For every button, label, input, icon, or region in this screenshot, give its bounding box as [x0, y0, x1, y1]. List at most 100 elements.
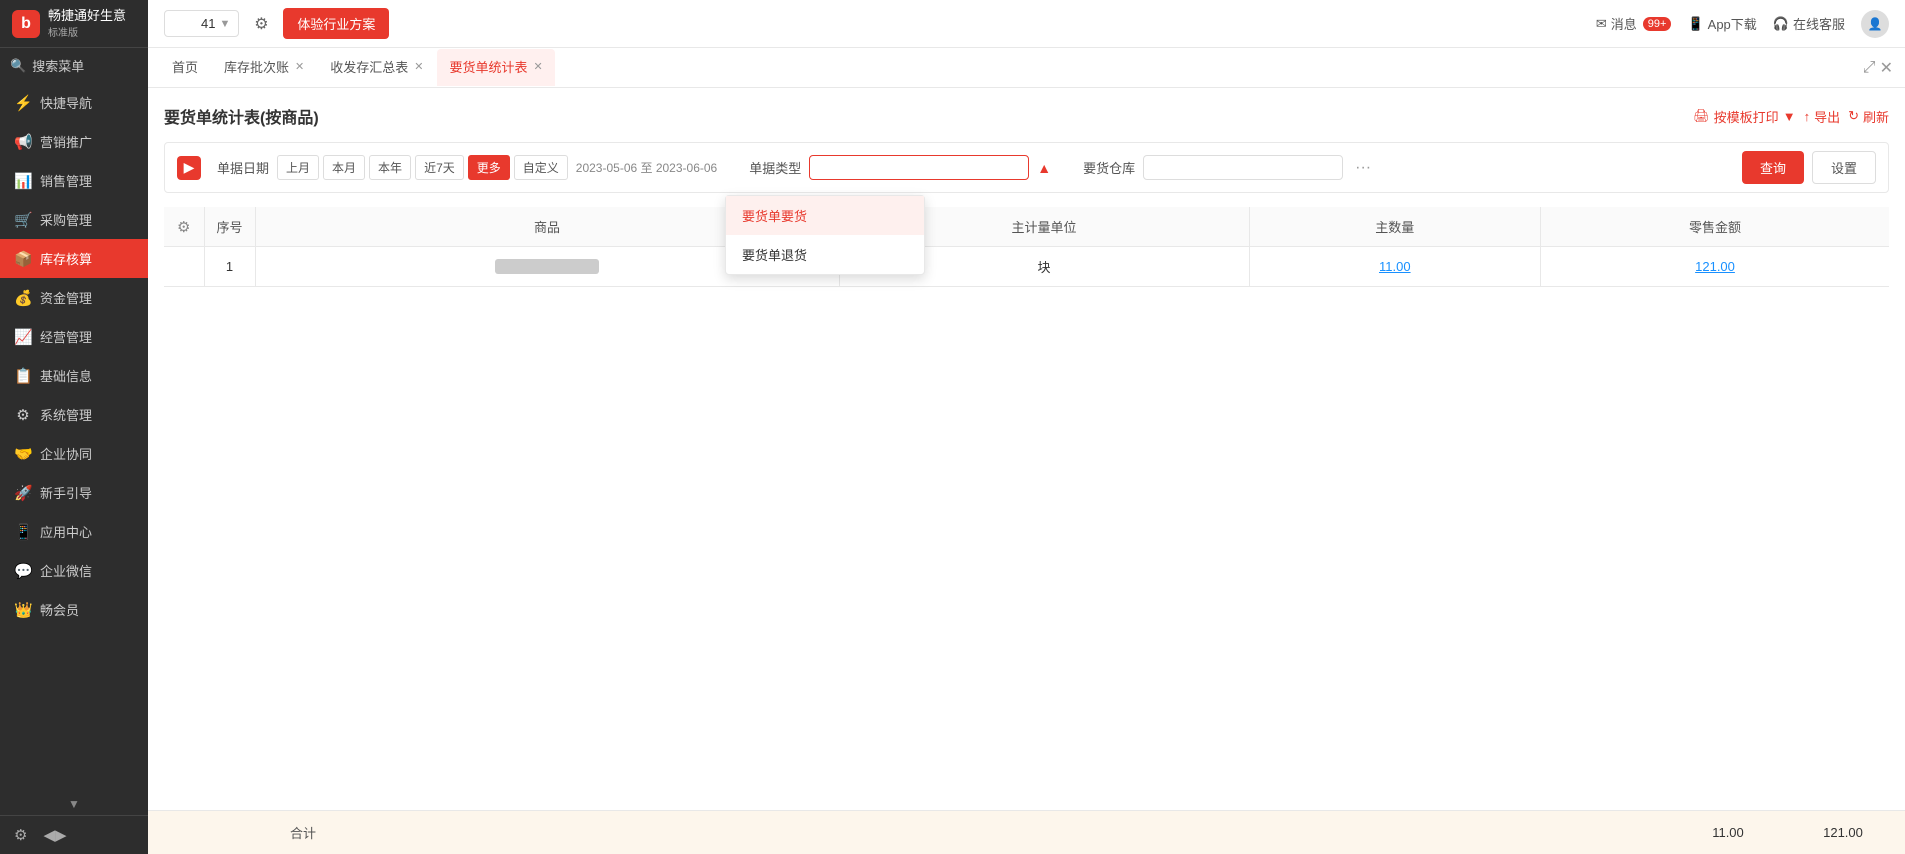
prev-month-btn[interactable]: 上月: [277, 155, 319, 180]
message-badge: 99+: [1643, 17, 1672, 31]
query-button[interactable]: 查询: [1742, 151, 1804, 184]
table-wrapper: ⚙ 序号 商品 主计量单位 主数量 零售金额: [164, 207, 1889, 287]
dropdown-item-order-return[interactable]: 要货单退货: [726, 235, 924, 274]
refresh-btn-label: 刷新: [1863, 107, 1889, 126]
app-download-group[interactable]: 📱 App下载: [1687, 14, 1756, 33]
tab-order-stats-close[interactable]: ✕: [534, 60, 543, 73]
filter-bar: ▶ 单据日期 上月 本月 本年 近7天 更多 自定义 2023-05-06 至 …: [164, 142, 1889, 193]
cur-month-btn[interactable]: 本月: [323, 155, 365, 180]
expand-icon: ▶: [184, 159, 195, 176]
chevron-up-icon[interactable]: ▲: [1037, 160, 1051, 176]
message-group[interactable]: ✉ 消息 99+: [1596, 14, 1672, 33]
content-area: 要货单统计表(按商品) 🖨 按模板打印 ▼ ↑ 导出 ↻ 刷新: [148, 88, 1905, 854]
quick-nav-icon: ⚡: [14, 94, 32, 112]
tab-home[interactable]: 首页: [160, 49, 210, 86]
amount-link[interactable]: 121.00: [1695, 259, 1735, 274]
sidebar-item-member[interactable]: 👑 畅会员: [0, 590, 148, 629]
last-7-days-btn[interactable]: 近7天: [415, 155, 464, 180]
sidebar-item-basic[interactable]: 📋 基础信息: [0, 356, 148, 395]
more-options-icon[interactable]: ···: [1355, 159, 1371, 177]
chevron-down-icon: ▼: [1783, 109, 1796, 124]
sidebar-item-wechat[interactable]: 💬 企业微信: [0, 551, 148, 590]
avatar-placeholder: 👤: [1868, 17, 1883, 31]
tab-batch[interactable]: 库存批次账 ✕: [212, 49, 316, 86]
cur-year-btn[interactable]: 本年: [369, 155, 411, 180]
nav-label: 销售管理: [40, 171, 92, 190]
dropdown-item-order-goods[interactable]: 要货单要货: [726, 196, 924, 235]
marketing-icon: 📢: [14, 133, 32, 151]
nav-label: 企业微信: [40, 561, 92, 580]
export-button[interactable]: ↑ 导出: [1804, 107, 1841, 126]
store-number: [173, 15, 197, 32]
col-settings: ⚙: [164, 207, 204, 247]
refresh-button[interactable]: ↻ 刷新: [1848, 107, 1889, 126]
goods-blurred: ██████: [495, 259, 598, 274]
sidebar-item-system[interactable]: ⚙ 系统管理: [0, 395, 148, 434]
tab-summary[interactable]: 收发存汇总表 ✕: [318, 49, 435, 86]
sales-icon: 📊: [14, 172, 32, 190]
page-container: 要货单统计表(按商品) 🖨 按模板打印 ▼ ↑ 导出 ↻ 刷新: [148, 88, 1905, 854]
refresh-icon: ↻: [1848, 108, 1859, 124]
app-title: 畅捷通好生意: [48, 8, 126, 25]
basic-icon: 📋: [14, 367, 32, 385]
tab-home-label: 首页: [172, 57, 198, 76]
print-button[interactable]: 🖨 按模板打印 ▼: [1693, 107, 1795, 126]
custom-btn[interactable]: 自定义: [514, 155, 568, 180]
operation-icon: 📈: [14, 328, 32, 346]
sidebar-item-sales[interactable]: 📊 销售管理: [0, 161, 148, 200]
total-row: 合计 11.00 121.00: [148, 810, 1905, 854]
sidebar-nav: ⚡ 快捷导航 📢 营销推广 📊 销售管理 🛒 采购管理 📦 库存核算 💰 资金管…: [0, 83, 148, 793]
sidebar-scroll-down[interactable]: ▼: [0, 793, 148, 815]
type-input[interactable]: [809, 155, 1029, 180]
app-logo-text: 畅捷通好生意 标准版: [48, 8, 126, 40]
sidebar-item-inventory[interactable]: 📦 库存核算: [0, 239, 148, 278]
warehouse-label: 要货仓库: [1083, 158, 1135, 177]
col-qty: 主数量: [1249, 207, 1541, 247]
tab-order-stats[interactable]: 要货单统计表 ✕: [437, 49, 554, 86]
enterprise-icon: 🤝: [14, 445, 32, 463]
message-label: 消息: [1611, 14, 1637, 33]
sidebar-item-appcenter[interactable]: 📱 应用中心: [0, 512, 148, 551]
more-btn[interactable]: 更多: [468, 155, 510, 180]
qty-link[interactable]: 11.00: [1379, 259, 1411, 274]
table-settings-icon[interactable]: ⚙: [177, 219, 190, 236]
app-download-label: App下载: [1708, 14, 1757, 33]
table-header-row: ⚙ 序号 商品 主计量单位 主数量 零售金额: [164, 207, 1889, 247]
col-amount: 零售金额: [1541, 207, 1889, 247]
finance-icon: 💰: [14, 289, 32, 307]
nav-label: 新手引导: [40, 483, 92, 502]
sidebar-item-marketing[interactable]: 📢 营销推广: [0, 122, 148, 161]
store-selector[interactable]: 41 ▼: [164, 10, 239, 37]
collapse-icon[interactable]: ◀▶: [43, 826, 66, 844]
sidebar-item-purchase[interactable]: 🛒 采购管理: [0, 200, 148, 239]
top-bar: 41 ▼ ⚙ 体验行业方案 ✉ 消息 99+ 📱 App下载 🎧 在线客服: [148, 0, 1905, 48]
service-group[interactable]: 🎧 在线客服: [1773, 14, 1845, 33]
sidebar-item-quick-nav[interactable]: ⚡ 快捷导航: [0, 83, 148, 122]
date-filter-group: 单据日期 上月 本月 本年 近7天 更多 自定义 2023-05-06 至 20…: [217, 155, 717, 180]
tab-expand-icon[interactable]: ⤢: [1863, 59, 1876, 77]
inventory-icon: 📦: [14, 250, 32, 268]
nav-label: 基础信息: [40, 366, 92, 385]
search-icon: 🔍: [10, 58, 26, 74]
warehouse-input[interactable]: [1143, 155, 1343, 180]
expand-filter-button[interactable]: ▶: [177, 156, 201, 180]
trial-button[interactable]: 体验行业方案: [283, 8, 389, 39]
row-qty-cell: 11.00: [1249, 247, 1541, 287]
sidebar-item-guide[interactable]: 🚀 新手引导: [0, 473, 148, 512]
dropdown-item-label: 要货单要货: [742, 209, 807, 224]
date-range-buttons: 上月 本月 本年 近7天 更多 自定义: [277, 155, 568, 180]
tab-summary-close[interactable]: ✕: [414, 60, 423, 73]
settings-bottom-icon[interactable]: ⚙: [14, 826, 27, 844]
tab-close-all-icon[interactable]: ✕: [1880, 58, 1893, 78]
search-menu-label: 搜索菜单: [32, 56, 84, 75]
sidebar-item-finance[interactable]: 💰 资金管理: [0, 278, 148, 317]
sidebar-item-operation[interactable]: 📈 经营管理: [0, 317, 148, 356]
filter-settings-button[interactable]: 设置: [1812, 151, 1876, 184]
sidebar-item-enterprise[interactable]: 🤝 企业协同: [0, 434, 148, 473]
appcenter-icon: 📱: [14, 523, 32, 541]
tab-batch-close[interactable]: ✕: [295, 60, 304, 73]
search-menu[interactable]: 🔍 搜索菜单: [0, 48, 148, 83]
row-settings-cell: [164, 247, 204, 287]
settings-button[interactable]: ⚙: [247, 10, 275, 38]
user-avatar[interactable]: 👤: [1861, 10, 1889, 38]
